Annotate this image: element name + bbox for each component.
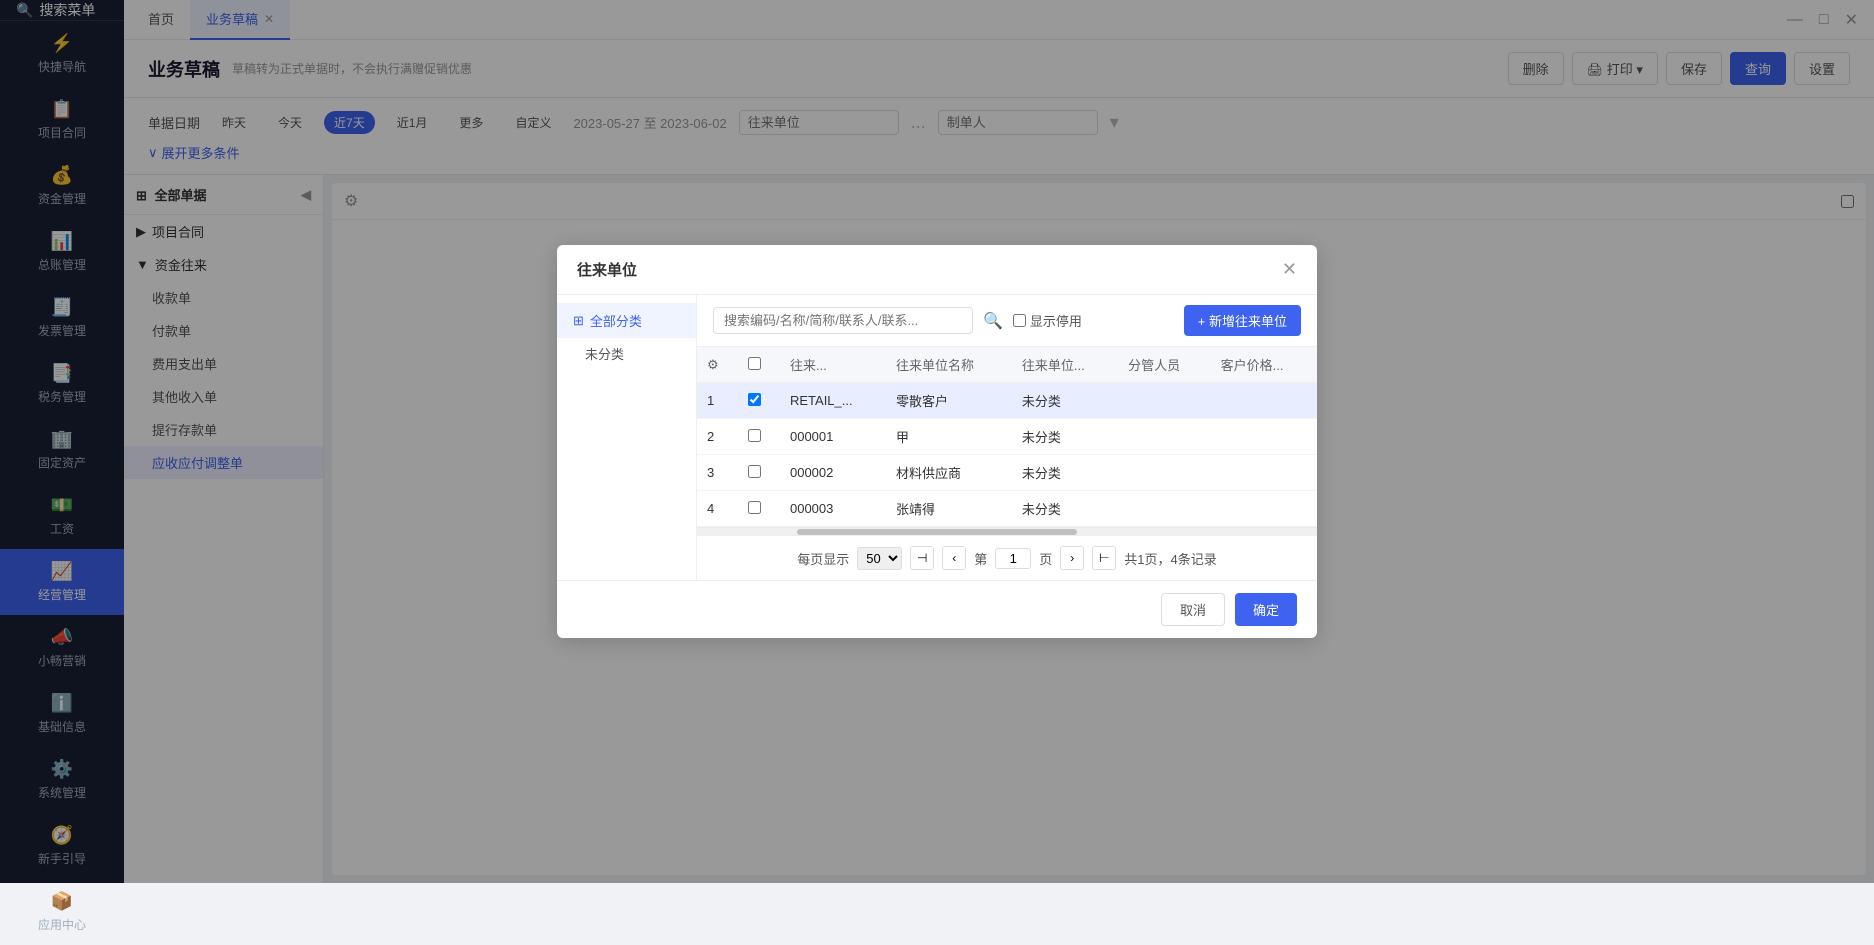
- col-manager[interactable]: 分管人员: [1118, 347, 1210, 383]
- row-checkbox[interactable]: [738, 383, 780, 419]
- row-category: 未分类: [1012, 455, 1118, 491]
- table-row[interactable]: 2 000001 甲 未分类: [697, 419, 1317, 455]
- sidebar-item-label: 应用中心: [38, 916, 86, 933]
- row-price: [1211, 419, 1317, 455]
- show-disabled-checkbox[interactable]: [1013, 314, 1026, 327]
- row-no: 4: [697, 491, 738, 527]
- sidebar-item-app-center[interactable]: 📦 应用中心: [0, 879, 124, 945]
- total-records: 共1页，4条记录: [1124, 549, 1216, 568]
- row-checkbox[interactable]: [738, 419, 780, 455]
- modal-main: 🔍 显示停用 + 新增往来单位 ⚙ 往来...: [697, 295, 1317, 580]
- next-page-btn[interactable]: ›: [1060, 546, 1084, 570]
- per-page-select[interactable]: 50: [857, 547, 902, 570]
- modal-table-wrap: ⚙ 往来... 往来单位名称 往来单位... 分管人员 客户价格...: [697, 347, 1317, 535]
- modal-body: ⊞ 全部分类 未分类 🔍 显示停用 + 新增往来单位: [557, 295, 1317, 580]
- row-name: 材料供应商: [886, 455, 1012, 491]
- modal-table: ⚙ 往来... 往来单位名称 往来单位... 分管人员 客户价格...: [697, 347, 1317, 527]
- row-price: [1211, 383, 1317, 419]
- add-partner-button[interactable]: + 新增往来单位: [1184, 305, 1301, 336]
- table-row[interactable]: 4 000003 张靖得 未分类: [697, 491, 1317, 527]
- modal-search-bar: 🔍 显示停用 + 新增往来单位: [697, 295, 1317, 347]
- page-label: 第: [974, 549, 987, 568]
- modal-search-input[interactable]: [713, 307, 973, 334]
- modal-title: 往来单位: [577, 259, 637, 280]
- row-checkbox[interactable]: [738, 491, 780, 527]
- scrollbar-thumb[interactable]: [797, 529, 1077, 535]
- col-price[interactable]: 客户价格...: [1211, 347, 1317, 383]
- row-manager: [1118, 383, 1210, 419]
- modal-footer: 取消 确定: [557, 580, 1317, 638]
- row-category: 未分类: [1012, 383, 1118, 419]
- table-select-all[interactable]: [748, 357, 761, 370]
- app-center-icon: 📦: [51, 891, 73, 912]
- modal-sidebar: ⊞ 全部分类 未分类: [557, 295, 697, 580]
- row-category: 未分类: [1012, 419, 1118, 455]
- row-code: 000001: [780, 419, 886, 455]
- row-checkbox[interactable]: [738, 455, 780, 491]
- row-manager: [1118, 419, 1210, 455]
- row-name: 张靖得: [886, 491, 1012, 527]
- col-checkbox[interactable]: [738, 347, 780, 383]
- modal-sidebar-all[interactable]: ⊞ 全部分类: [557, 303, 696, 338]
- col-name[interactable]: 往来单位名称: [886, 347, 1012, 383]
- grid-icon-small: ⊞: [573, 313, 584, 329]
- row-no: 3: [697, 455, 738, 491]
- show-disabled-label: 显示停用: [1013, 311, 1082, 330]
- row-price: [1211, 491, 1317, 527]
- row-name: 零散客户: [886, 383, 1012, 419]
- row-name: 甲: [886, 419, 1012, 455]
- modal-overlay[interactable]: 往来单位 ✕ ⊞ 全部分类 未分类 🔍: [0, 0, 1874, 883]
- page-num-input[interactable]: [995, 548, 1031, 569]
- cancel-button[interactable]: 取消: [1161, 593, 1225, 626]
- row-code: 000002: [780, 455, 886, 491]
- row-manager: [1118, 455, 1210, 491]
- last-page-btn[interactable]: ⊢: [1092, 546, 1116, 570]
- table-row[interactable]: 1 RETAIL_... 零散客户 未分类: [697, 383, 1317, 419]
- prev-page-btn[interactable]: ‹: [942, 546, 966, 570]
- modal-sidebar-unclassified[interactable]: 未分类: [557, 338, 696, 369]
- row-code: RETAIL_...: [780, 383, 886, 419]
- partner-modal: 往来单位 ✕ ⊞ 全部分类 未分类 🔍: [557, 245, 1317, 638]
- first-page-btn[interactable]: ⊣: [910, 546, 934, 570]
- page-suffix: 页: [1039, 549, 1052, 568]
- per-page-label: 每页显示: [797, 549, 849, 568]
- table-row[interactable]: 3 000002 材料供应商 未分类: [697, 455, 1317, 491]
- col-code[interactable]: 往来...: [780, 347, 886, 383]
- row-category: 未分类: [1012, 491, 1118, 527]
- row-no: 1: [697, 383, 738, 419]
- col-category[interactable]: 往来单位...: [1012, 347, 1118, 383]
- row-price: [1211, 455, 1317, 491]
- row-code: 000003: [780, 491, 886, 527]
- confirm-button[interactable]: 确定: [1235, 593, 1297, 626]
- col-settings-icon: ⚙: [707, 357, 719, 372]
- row-manager: [1118, 491, 1210, 527]
- col-settings[interactable]: ⚙: [697, 347, 738, 383]
- modal-close-icon[interactable]: ✕: [1282, 259, 1297, 280]
- horizontal-scrollbar[interactable]: [697, 527, 1317, 535]
- modal-header: 往来单位 ✕: [557, 245, 1317, 295]
- row-no: 2: [697, 419, 738, 455]
- modal-pagination: 每页显示 50 ⊣ ‹ 第 页 › ⊢ 共1页，4条记录: [697, 535, 1317, 580]
- modal-search-icon[interactable]: 🔍: [983, 311, 1003, 331]
